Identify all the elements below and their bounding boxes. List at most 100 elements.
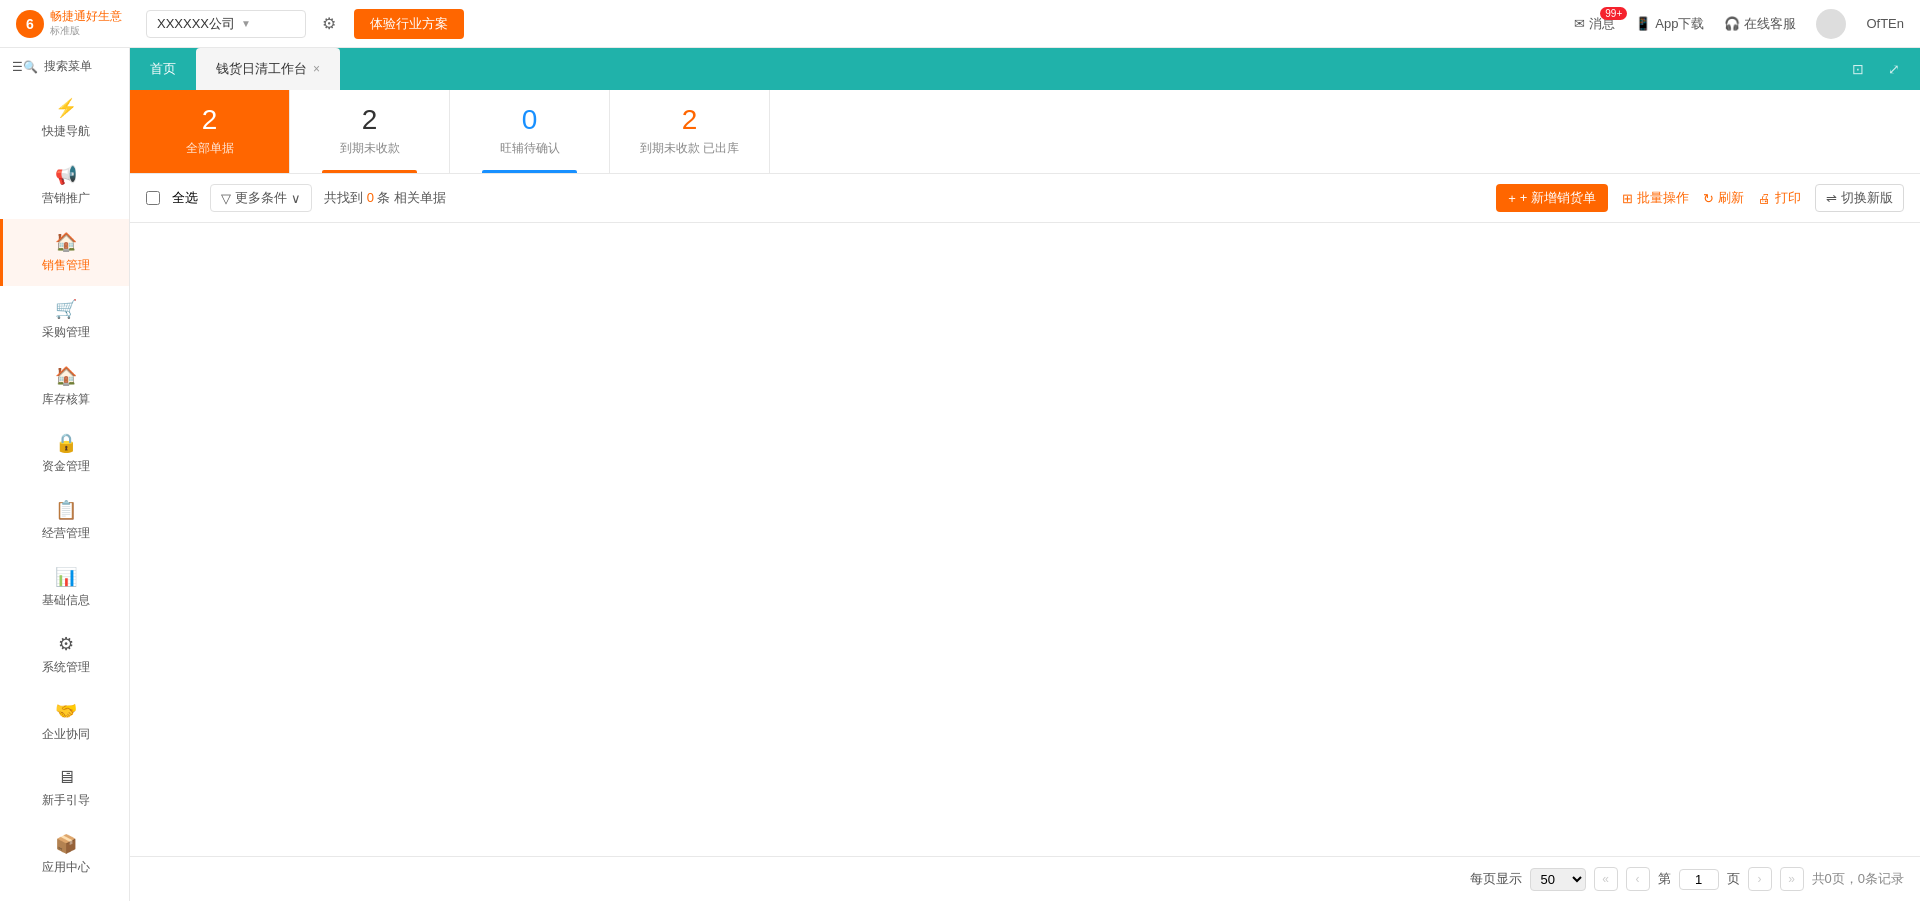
filter-button[interactable]: ▽ 更多条件 ∨ [210, 184, 312, 212]
sidebar-item-app-center[interactable]: 📦 应用中心 [0, 821, 129, 888]
stat-underline-pending [482, 170, 577, 173]
sidebar-item-wechat[interactable]: 💬 企业微信 [0, 888, 129, 901]
refresh-button[interactable]: ↻ 刷新 [1703, 189, 1744, 207]
basic-info-icon: 📊 [55, 566, 77, 588]
tab-workspace-label: 钱货日清工作台 [216, 60, 307, 78]
stat-card-all[interactable]: 2 全部单据 [130, 90, 290, 173]
sidebar-item-system[interactable]: ⚙ 系统管理 [0, 621, 129, 688]
stat-label-pending-confirm: 旺辅待确认 [474, 140, 585, 157]
company-name: XXXXXX公司 [157, 15, 235, 33]
tab-workspace[interactable]: 钱货日清工作台 × [196, 48, 340, 90]
avatar[interactable] [1816, 9, 1846, 39]
sidebar-item-cooperation[interactable]: 🤝 企业协同 [0, 688, 129, 755]
switch-label: 切换新版 [1841, 189, 1893, 207]
switch-version-button[interactable]: ⇌ 切换新版 [1815, 184, 1904, 212]
tab-bar: 首页 钱货日清工作台 × ⊡ ⤢ [130, 48, 1920, 90]
select-all-checkbox[interactable] [146, 191, 160, 205]
message-badge: 99+ [1600, 7, 1627, 20]
company-selector[interactable]: XXXXXX公司 ▼ [146, 10, 306, 38]
page-size-label: 每页显示 [1470, 870, 1522, 888]
sidebar-item-operations[interactable]: 📋 经营管理 [0, 487, 129, 554]
total-text: 共0页，0条记录 [1812, 870, 1904, 888]
page-content: 2 全部单据 2 到期未收款 0 旺辅待确认 2 到期未收款 已出库 [130, 90, 1920, 901]
app-download-button[interactable]: 📱 App下载 [1635, 15, 1704, 33]
next-page-button[interactable]: › [1748, 867, 1772, 891]
batch-icon: ⊞ [1622, 191, 1633, 206]
service-icon: 🎧 [1724, 16, 1740, 31]
stat-num-all: 2 [154, 106, 265, 134]
sidebar-item-label: 基础信息 [42, 592, 90, 609]
inventory-icon: 🏠 [55, 365, 77, 387]
sidebar-item-sales[interactable]: 🏠 销售管理 [0, 219, 129, 286]
operations-icon: 📋 [55, 499, 77, 521]
sidebar-item-label: 经营管理 [42, 525, 90, 542]
search-icon: ☰🔍 [12, 60, 38, 74]
last-page-button[interactable]: » [1780, 867, 1804, 891]
stat-card-overdue-unshipped[interactable]: 2 到期未收款 已出库 [610, 90, 770, 173]
chevron-down-icon: ▼ [241, 18, 251, 29]
tab-restore-button[interactable]: ⊡ [1844, 55, 1872, 83]
tab-close-icon[interactable]: × [313, 62, 320, 76]
username: OfTEn [1866, 16, 1904, 31]
select-all-label: 全选 [172, 189, 198, 207]
message-button[interactable]: ✉ 消息 99+ [1574, 15, 1615, 33]
header-right: ✉ 消息 99+ 📱 App下载 🎧 在线客服 OfTEn [1574, 9, 1904, 39]
prev-page-button[interactable]: ‹ [1626, 867, 1650, 891]
app-version: 标准版 [50, 24, 122, 38]
guide-icon: 🖥 [57, 767, 75, 788]
sidebar-item-label: 应用中心 [42, 859, 90, 876]
cooperation-icon: 🤝 [55, 700, 77, 722]
page-input[interactable] [1679, 869, 1719, 890]
online-service-label: 在线客服 [1744, 15, 1796, 33]
first-page-button[interactable]: « [1594, 867, 1618, 891]
app-name: 畅捷通好生意 [50, 9, 122, 25]
add-order-button[interactable]: + + 新增销货单 [1496, 184, 1608, 212]
quick-nav-icon: ⚡ [55, 97, 77, 119]
table-area [130, 223, 1920, 856]
print-icon: 🖨 [1758, 191, 1771, 206]
sidebar-item-label: 库存核算 [42, 391, 90, 408]
content-area: 首页 钱货日清工作台 × ⊡ ⤢ 2 全部单据 [130, 48, 1920, 901]
fullscreen-icon: ⤢ [1888, 61, 1900, 77]
sidebar-item-inventory[interactable]: 🏠 库存核算 [0, 353, 129, 420]
settings-button[interactable]: ⚙ [314, 9, 344, 39]
stat-card-pending-confirm[interactable]: 0 旺辅待确认 [450, 90, 610, 173]
tab-home-label: 首页 [150, 60, 176, 78]
sales-icon: 🏠 [55, 231, 77, 253]
sidebar-item-basic-info[interactable]: 📊 基础信息 [0, 554, 129, 621]
sidebar-item-label: 销售管理 [42, 257, 90, 274]
sidebar-item-guide[interactable]: 🖥 新手引导 [0, 755, 129, 821]
stats-row: 2 全部单据 2 到期未收款 0 旺辅待确认 2 到期未收款 已出库 [130, 90, 1920, 174]
add-icon: + [1508, 191, 1516, 206]
toolbar-right: + + 新增销货单 ⊞ 批量操作 ↻ 刷新 🖨 打印 [1496, 184, 1904, 212]
print-button[interactable]: 🖨 打印 [1758, 189, 1801, 207]
gear-icon: ⚙ [322, 14, 336, 33]
sidebar-item-purchase[interactable]: 🛒 采购管理 [0, 286, 129, 353]
trial-button[interactable]: 体验行业方案 [354, 9, 464, 39]
sidebar-item-finance[interactable]: 🔒 资金管理 [0, 420, 129, 487]
finance-icon: 🔒 [55, 432, 77, 454]
sidebar-item-marketing[interactable]: 📢 营销推广 [0, 152, 129, 219]
page-size-select[interactable]: 50 10 20 100 [1530, 868, 1586, 891]
sidebar-item-label: 企业协同 [42, 726, 90, 743]
sidebar: ☰🔍 搜索菜单 ⚡ 快捷导航 📢 营销推广 🏠 销售管理 🛒 采购管理 🏠 库存… [0, 48, 130, 901]
sidebar-item-label: 营销推广 [42, 190, 90, 207]
refresh-label: 刷新 [1718, 189, 1744, 207]
restore-icon: ⊡ [1852, 61, 1864, 77]
stat-num-pending-confirm: 0 [474, 106, 585, 134]
search-menu-button[interactable]: ☰🔍 搜索菜单 [0, 48, 129, 85]
tab-home[interactable]: 首页 [130, 48, 196, 90]
tab-fullscreen-button[interactable]: ⤢ [1880, 55, 1908, 83]
stat-card-overdue-unpaid[interactable]: 2 到期未收款 [290, 90, 450, 173]
app-center-icon: 📦 [55, 833, 77, 855]
sidebar-item-quick-nav[interactable]: ⚡ 快捷导航 [0, 85, 129, 152]
stat-label-all: 全部单据 [154, 140, 265, 157]
message-icon: ✉ [1574, 16, 1585, 31]
online-service-button[interactable]: 🎧 在线客服 [1724, 15, 1796, 33]
sidebar-item-label: 快捷导航 [42, 123, 90, 140]
batch-operation-button[interactable]: ⊞ 批量操作 [1622, 189, 1689, 207]
app-download-label: App下载 [1655, 15, 1704, 33]
purchase-icon: 🛒 [55, 298, 77, 320]
logo-area: 6 畅捷通好生意 标准版 [16, 9, 146, 39]
logo-text-block: 畅捷通好生意 标准版 [50, 9, 122, 39]
